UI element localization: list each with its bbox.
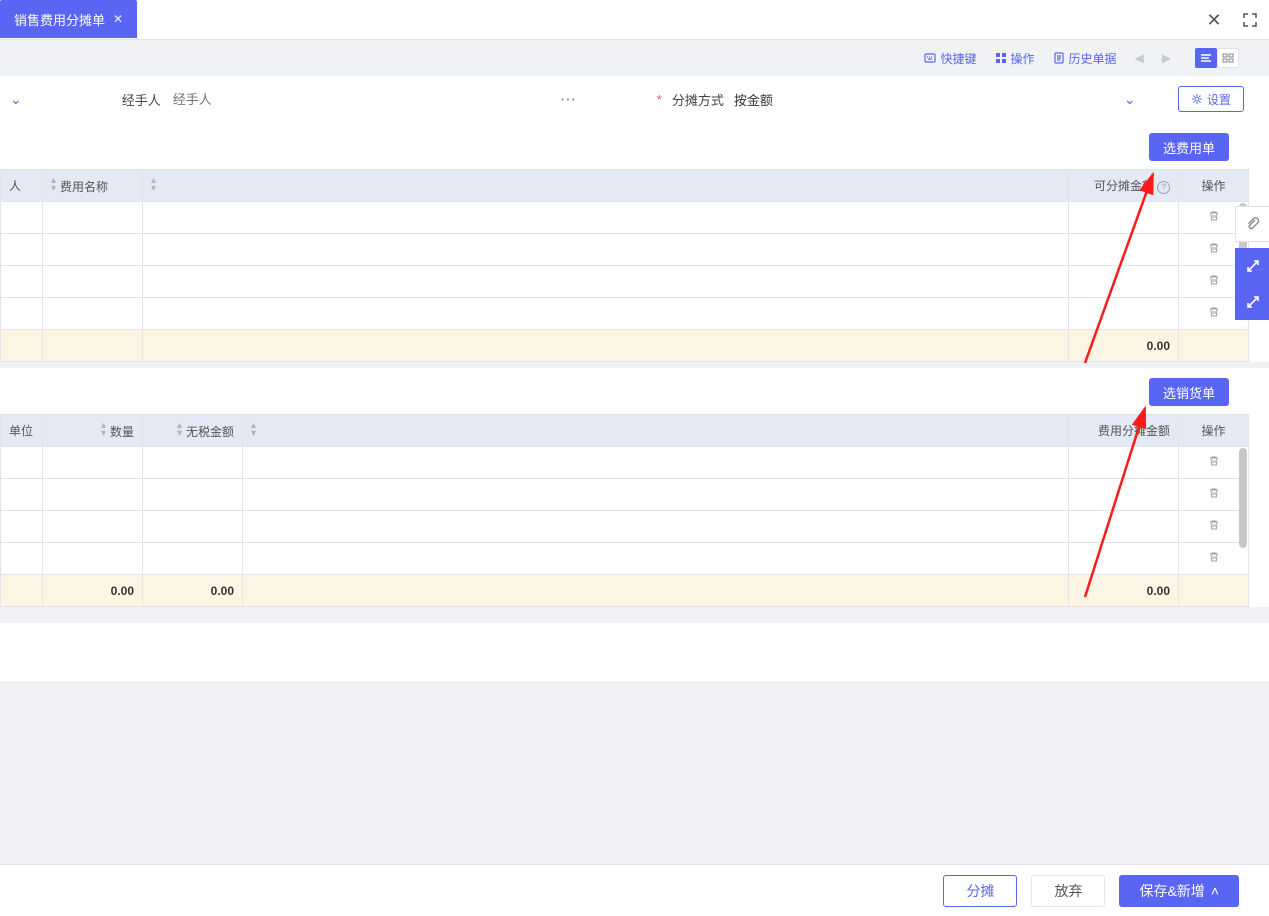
- trash-icon[interactable]: [1208, 243, 1220, 257]
- grid-icon: [995, 52, 1007, 64]
- settings-button[interactable]: 设置: [1178, 86, 1244, 112]
- table-row[interactable]: [1, 234, 1249, 266]
- sort-icon: ▴▾: [51, 177, 56, 193]
- prev-record-icon[interactable]: ◀: [1135, 51, 1144, 65]
- method-select[interactable]: 按金额: [734, 90, 1114, 109]
- chevron-down-icon[interactable]: ⌄: [1124, 91, 1136, 108]
- close-panel-icon[interactable]: ✕: [1205, 11, 1223, 29]
- col-op2: 操作: [1179, 415, 1249, 447]
- trash-icon[interactable]: [1208, 275, 1220, 289]
- col-blank2[interactable]: ▴▾: [243, 415, 1069, 447]
- tab-title: 销售费用分摊单: [14, 10, 105, 29]
- col-expense-name[interactable]: ▴▾费用名称: [43, 170, 143, 202]
- table-row[interactable]: [1, 447, 1249, 479]
- trash-icon[interactable]: [1208, 456, 1220, 470]
- total-row: 0.00: [1, 330, 1249, 362]
- keyboard-icon: [924, 52, 936, 64]
- history-icon: [1053, 52, 1065, 64]
- chevron-down-icon[interactable]: ⌄: [10, 91, 22, 108]
- trash-icon[interactable]: [1208, 552, 1220, 566]
- col-op: 操作: [1179, 170, 1249, 202]
- table-row[interactable]: [1, 266, 1249, 298]
- expense-table: 人 ▴▾费用名称 ▴▾ 可分摊金额? 操作 0.00: [0, 169, 1249, 362]
- attachment-icon[interactable]: [1235, 206, 1269, 242]
- total-row: 0.000.000.00: [1, 575, 1249, 607]
- expense-table-section: 选费用单 人 ▴▾费用名称 ▴▾ 可分摊金额? 操作: [0, 123, 1269, 362]
- view-list-icon[interactable]: [1195, 48, 1217, 68]
- col-notax[interactable]: ▴▾无税金额: [143, 415, 243, 447]
- trash-icon[interactable]: [1208, 307, 1220, 321]
- sort-icon: ▴▾: [251, 422, 256, 438]
- col-unit[interactable]: 单位: [1, 415, 43, 447]
- table-row[interactable]: [1, 511, 1249, 543]
- sales-table-section: 选销货单 单位 ▴▾数量 ▴▾无税金额 ▴▾ 费用分摊金额 操作: [0, 368, 1269, 607]
- gear-icon: [1191, 93, 1203, 105]
- scrollbar[interactable]: [1239, 448, 1247, 548]
- col-alloc[interactable]: 费用分摊金额: [1069, 415, 1179, 447]
- close-icon[interactable]: ✕: [113, 12, 123, 26]
- col-qty[interactable]: ▴▾数量: [43, 415, 143, 447]
- page-toolbar: 快捷键 操作 历史单据 ◀ ▶: [0, 40, 1269, 76]
- col-allocatable[interactable]: 可分摊金额?: [1069, 170, 1179, 202]
- sort-icon: ▴▾: [151, 177, 156, 193]
- tab-sales-expense[interactable]: 销售费用分摊单 ✕: [0, 0, 137, 38]
- trash-icon[interactable]: [1208, 211, 1220, 225]
- select-expense-button[interactable]: 选费用单: [1149, 133, 1229, 161]
- shortcut-link[interactable]: 快捷键: [924, 50, 976, 67]
- chevron-up-icon: ˄: [1211, 883, 1219, 899]
- required-marker: *: [657, 92, 662, 107]
- history-link[interactable]: 历史单据: [1053, 50, 1117, 67]
- tab-bar: 销售费用分摊单 ✕ ✕: [0, 0, 1269, 40]
- method-label: 分摊方式: [672, 90, 724, 109]
- handler-label: 经手人: [122, 90, 161, 109]
- handler-lookup-icon[interactable]: ···: [561, 92, 577, 107]
- col-blank[interactable]: ▴▾: [143, 170, 1069, 202]
- operate-link[interactable]: 操作: [995, 50, 1035, 67]
- sales-table: 单位 ▴▾数量 ▴▾无税金额 ▴▾ 费用分摊金额 操作 0.000.000.00: [0, 414, 1249, 607]
- table-row[interactable]: [1, 298, 1249, 330]
- table-row[interactable]: [1, 543, 1249, 575]
- discard-button[interactable]: 放弃: [1031, 875, 1105, 907]
- col-person[interactable]: 人: [1, 170, 43, 202]
- sort-icon: ▴▾: [101, 422, 106, 438]
- fullscreen-icon[interactable]: [1241, 11, 1259, 29]
- expand-icon-2[interactable]: [1235, 284, 1269, 320]
- sort-icon: ▴▾: [177, 422, 182, 438]
- form-row: ⌄ 经手人 ··· * 分摊方式 按金额 ⌄ 设置: [0, 76, 1269, 123]
- footer: 分摊 放弃 保存&新增 ˄: [0, 864, 1269, 916]
- select-sales-button[interactable]: 选销货单: [1149, 378, 1229, 406]
- trash-icon[interactable]: [1208, 520, 1220, 534]
- view-card-icon[interactable]: [1217, 48, 1239, 68]
- save-new-button[interactable]: 保存&新增 ˄: [1119, 875, 1239, 907]
- allocate-button[interactable]: 分摊: [943, 875, 1017, 907]
- trash-icon[interactable]: [1208, 488, 1220, 502]
- expand-icon[interactable]: [1235, 248, 1269, 284]
- table-row[interactable]: [1, 202, 1249, 234]
- help-icon[interactable]: ?: [1157, 181, 1170, 194]
- handler-input[interactable]: [171, 91, 551, 108]
- right-rail: [1235, 206, 1269, 320]
- next-record-icon[interactable]: ▶: [1162, 51, 1171, 65]
- table-row[interactable]: [1, 479, 1249, 511]
